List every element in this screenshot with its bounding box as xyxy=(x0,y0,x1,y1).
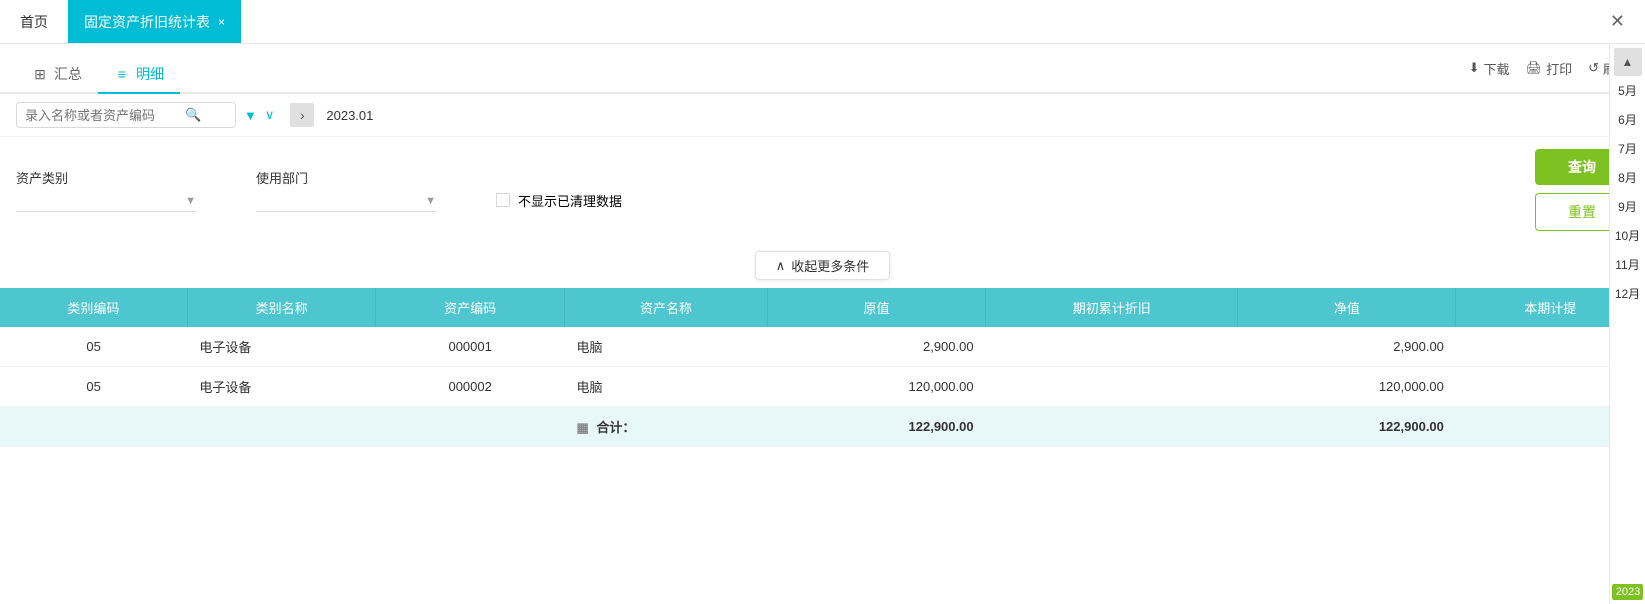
data-table: 类别编码 类别名称 资产编码 资产名称 原值 期初累计折旧 净值 本期计提 05… xyxy=(0,288,1645,447)
cell-net-value: 120,000.00 xyxy=(1238,367,1456,407)
date-label: 2023.01 xyxy=(326,108,373,123)
tab-title: 固定资产折旧统计表 xyxy=(84,12,210,32)
cell-original-value: 2,900.00 xyxy=(768,327,986,367)
layers-icon: ⊞ xyxy=(32,66,48,82)
department-dropdown-icon: ▼ xyxy=(425,195,436,207)
department-select[interactable]: ▼ xyxy=(256,191,436,212)
table-row: 05 电子设备 000001 电脑 2,900.00 2,900.00 xyxy=(0,327,1645,367)
col-asset-code: 资产编码 xyxy=(376,288,565,327)
download-button[interactable]: ⬇ 下载 xyxy=(1469,59,1510,78)
filter-icon: ▼ xyxy=(244,108,257,123)
top-nav: 首页 固定资产折旧统计表 × ✕ xyxy=(0,0,1645,44)
filter-row: 资产类别 ▼ 使用部门 ▼ 不显示已清理数据 xyxy=(16,149,1629,231)
col-category-code: 类别编码 xyxy=(0,288,187,327)
collapse-button[interactable]: ∧ 收起更多条件 xyxy=(755,251,891,280)
table-header-row: 类别编码 类别名称 资产编码 资产名称 原值 期初累计折旧 净值 本期计提 xyxy=(0,288,1645,327)
search-wrapper: 🔍 xyxy=(16,102,236,128)
search-bar: 🔍 ▼ ∨ › 2023.01 xyxy=(0,94,1645,137)
cell-asset-code: 000001 xyxy=(376,327,565,367)
total-label-cell xyxy=(0,407,564,447)
cell-asset-code: 000002 xyxy=(376,367,565,407)
sidebar-up-arrow[interactable]: ▲ xyxy=(1614,48,1642,76)
cell-category-name: 电子设备 xyxy=(187,327,376,367)
main-content: ⊞ 汇总 ≡ 明细 ⬇ 下载 🖨 打印 ↺ 刷新 xyxy=(0,44,1645,604)
more-conditions-button[interactable]: ▼ ∨ xyxy=(244,107,274,123)
month-6[interactable]: 6月 xyxy=(1616,105,1639,134)
total-original-value: 122,900.00 xyxy=(768,407,986,447)
col-original-value: 原值 xyxy=(768,288,986,327)
total-icon: ▦ xyxy=(576,420,588,435)
table-container: 类别编码 类别名称 资产编码 资产名称 原值 期初累计折旧 净值 本期计提 05… xyxy=(0,288,1645,604)
window-close-button[interactable]: ✕ xyxy=(1590,0,1645,43)
total-net-value: 122,900.00 xyxy=(1238,407,1456,447)
list-icon: ≡ xyxy=(114,66,130,82)
date-scroll-arrow[interactable]: › xyxy=(290,103,314,127)
search-icon: 🔍 xyxy=(185,107,201,123)
table-row: 05 电子设备 000002 电脑 120,000.00 120,000.00 xyxy=(0,367,1645,407)
cell-category-code: 05 xyxy=(0,327,187,367)
active-tab[interactable]: 固定资产折旧统计表 × xyxy=(68,0,241,43)
month-8[interactable]: 8月 xyxy=(1616,163,1639,192)
cell-net-value: 2,900.00 xyxy=(1238,327,1456,367)
col-accumulated-depreciation: 期初累计折旧 xyxy=(986,288,1238,327)
collapse-area: ∧ 收起更多条件 xyxy=(0,243,1645,288)
cell-asset-name: 电脑 xyxy=(564,367,767,407)
asset-category-dropdown-icon: ▼ xyxy=(185,195,196,207)
month-11[interactable]: 11月 xyxy=(1613,250,1641,279)
hide-cleared-area: 不显示已清理数据 xyxy=(496,191,622,210)
home-nav-item[interactable]: 首页 xyxy=(0,0,68,43)
month-9[interactable]: 9月 xyxy=(1616,192,1639,221)
department-label: 使用部门 xyxy=(256,168,308,187)
cell-asset-name: 电脑 xyxy=(564,327,767,367)
refresh-icon: ↺ xyxy=(1588,60,1599,76)
print-icon: 🖨 xyxy=(1526,60,1543,76)
filter-area: 资产类别 ▼ 使用部门 ▼ 不显示已清理数据 xyxy=(0,137,1645,243)
asset-category-field: 资产类别 ▼ xyxy=(16,168,216,212)
month-10[interactable]: 10月 xyxy=(1613,221,1642,250)
table-total-row: ▦ 合计： 122,900.00 122,900.00 xyxy=(0,407,1645,447)
download-icon: ⬇ xyxy=(1469,60,1480,76)
asset-category-select[interactable]: ▼ xyxy=(16,191,196,212)
cell-accumulated-depreciation xyxy=(986,367,1238,407)
month-5[interactable]: 5月 xyxy=(1616,76,1639,105)
search-input[interactable] xyxy=(25,108,185,123)
cell-category-code: 05 xyxy=(0,367,187,407)
hide-cleared-label: 不显示已清理数据 xyxy=(518,191,622,210)
total-accumulated xyxy=(986,407,1238,447)
col-asset-name: 资产名称 xyxy=(564,288,767,327)
month-7[interactable]: 7月 xyxy=(1616,134,1639,163)
col-net-value: 净值 xyxy=(1238,288,1456,327)
chevron-up-icon: ∧ xyxy=(776,258,786,274)
col-category-name: 类别名称 xyxy=(187,288,376,327)
right-sidebar: ▲ 5月 6月 7月 8月 9月 10月 11月 12月 2023 xyxy=(1609,44,1645,604)
print-button[interactable]: 🖨 打印 xyxy=(1526,59,1573,78)
chevron-down-icon: ∨ xyxy=(265,107,275,123)
year-badge[interactable]: 2023 xyxy=(1612,584,1644,600)
month-12[interactable]: 12月 xyxy=(1613,279,1642,308)
total-label: ▦ 合计： xyxy=(564,407,767,447)
tab-bar: ⊞ 汇总 ≡ 明细 xyxy=(0,44,1453,92)
asset-category-label: 资产类别 xyxy=(16,168,68,187)
department-field: 使用部门 ▼ xyxy=(256,168,456,212)
tab-summary[interactable]: ⊞ 汇总 xyxy=(16,56,98,94)
cell-category-name: 电子设备 xyxy=(187,367,376,407)
hide-cleared-checkbox[interactable] xyxy=(496,193,510,207)
tab-close-icon[interactable]: × xyxy=(218,15,225,29)
cell-accumulated-depreciation xyxy=(986,327,1238,367)
cell-original-value: 120,000.00 xyxy=(768,367,986,407)
tab-detail[interactable]: ≡ 明细 xyxy=(98,56,180,94)
